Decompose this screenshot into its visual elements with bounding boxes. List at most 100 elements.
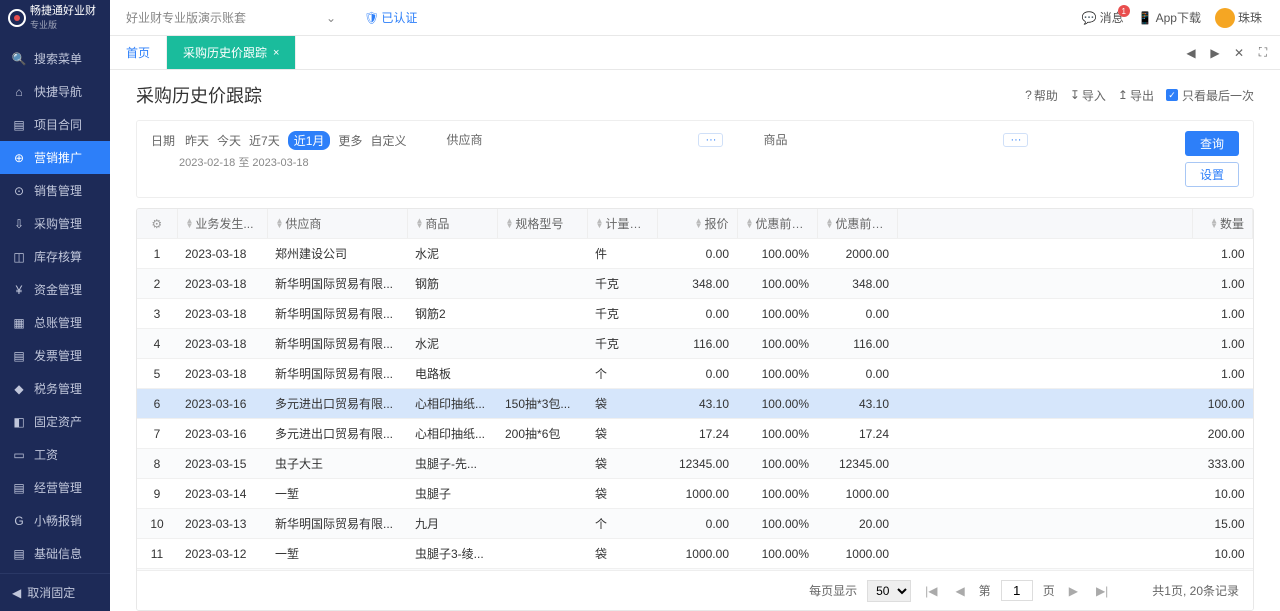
- sidebar-item[interactable]: ▤项目合同: [0, 108, 110, 141]
- table-column-header[interactable]: ▲▼供应商: [267, 209, 407, 239]
- table-cell: 多元进出口贸易有限...: [267, 419, 407, 449]
- supplier-lookup-button[interactable]: ···: [698, 133, 723, 147]
- table-row[interactable]: 82023-03-15虫子大王虫腿子-先...袋12345.00100.00%1…: [137, 449, 1253, 479]
- only-last-checkbox[interactable]: ✓ 只看最后一次: [1166, 87, 1254, 104]
- query-button[interactable]: 查询: [1185, 131, 1239, 156]
- sidebar-item-label: 固定资产: [34, 413, 82, 430]
- sidebar-item[interactable]: ▦总账管理: [0, 306, 110, 339]
- table-cell: 袋: [587, 419, 657, 449]
- user-menu[interactable]: 珠珠: [1215, 8, 1262, 28]
- sidebar-item[interactable]: ◫库存核算: [0, 240, 110, 273]
- table-cell: 袋: [587, 539, 657, 569]
- sidebar-item[interactable]: ⊙销售管理: [0, 174, 110, 207]
- date-range-button[interactable]: 今天: [217, 132, 241, 149]
- table-column-header[interactable]: ▲▼优惠前折...: [737, 209, 817, 239]
- table-cell: 100.00%: [737, 509, 817, 539]
- table-cell: [897, 239, 1193, 269]
- table-cell: 一堑: [267, 539, 407, 569]
- date-range-button[interactable]: 自定义: [370, 132, 406, 149]
- sidebar-item[interactable]: G小畅报销: [0, 504, 110, 537]
- table-row[interactable]: 112023-03-12一堑虫腿子3-绫...袋1000.00100.00%10…: [137, 539, 1253, 569]
- table-row[interactable]: 52023-03-18新华明国际贸易有限...电路板个0.00100.00%0.…: [137, 359, 1253, 389]
- table-row[interactable]: 12023-03-18郑州建设公司水泥件0.00100.00%2000.001.…: [137, 239, 1253, 269]
- table-cell: 新华明国际贸易有限...: [267, 509, 407, 539]
- help-link[interactable]: ? 帮助: [1025, 87, 1058, 104]
- page-prefix: 第: [979, 582, 991, 599]
- sidebar-nav: 🔍搜索菜单⌂快捷导航▤项目合同⊕营销推广⊙销售管理⇩采购管理◫库存核算¥资金管理…: [0, 36, 110, 573]
- table-cell: 100.00%: [737, 539, 817, 569]
- chat-icon: 💬: [1082, 11, 1097, 25]
- table-column-header[interactable]: ▲▼优惠前单价: [817, 209, 897, 239]
- table-cell: 5: [137, 359, 177, 389]
- sidebar-item[interactable]: ⊕营销推广: [0, 141, 110, 174]
- sidebar-item[interactable]: ¥资金管理: [0, 273, 110, 306]
- table-cell: 2023-03-13: [177, 509, 267, 539]
- table-cell: 袋: [587, 389, 657, 419]
- table-column-header[interactable]: ⚙: [137, 209, 177, 239]
- sidebar-item[interactable]: ▭工资: [0, 438, 110, 471]
- date-range-buttons: 昨天今天近7天近1月更多自定义: [185, 131, 406, 150]
- product-lookup-button[interactable]: ···: [1003, 133, 1028, 147]
- table-column-header[interactable]: ▲▼规格型号: [497, 209, 587, 239]
- sidebar-item[interactable]: ◆税务管理: [0, 372, 110, 405]
- import-link[interactable]: ↧ 导入: [1070, 87, 1106, 104]
- app-download-button[interactable]: 📱 App下载: [1138, 9, 1201, 26]
- table-row[interactable]: 62023-03-16多元进出口贸易有限...心相印抽纸...150抽*3包..…: [137, 389, 1253, 419]
- sidebar-item[interactable]: ▤发票管理: [0, 339, 110, 372]
- page-input[interactable]: [1001, 580, 1033, 601]
- table-row[interactable]: 72023-03-16多元进出口贸易有限...心相印抽纸...200抽*6包袋1…: [137, 419, 1253, 449]
- table-column-header[interactable]: ▲▼计量单位: [587, 209, 657, 239]
- table-cell: 新华明国际贸易有限...: [267, 269, 407, 299]
- table-row[interactable]: 22023-03-18新华明国际贸易有限...钢筋千克348.00100.00%…: [137, 269, 1253, 299]
- table-cell: [897, 359, 1193, 389]
- fullscreen-button[interactable]: ⛶: [1252, 42, 1274, 64]
- sidebar-footer[interactable]: ◀ 取消固定: [0, 573, 110, 611]
- tabs-close-all-button[interactable]: ✕: [1228, 42, 1250, 64]
- account-selector[interactable]: 好业财专业版演示账套 ⌄: [118, 5, 344, 30]
- table-cell: 100.00: [1193, 389, 1253, 419]
- date-range-display: 2023-02-18 至 2023-03-18: [179, 154, 406, 170]
- pager-first-button[interactable]: |◀: [921, 582, 941, 600]
- date-range-button[interactable]: 近7天: [249, 132, 280, 149]
- sidebar-item[interactable]: ⌂快捷导航: [0, 75, 110, 108]
- sidebar-item[interactable]: ◧固定资产: [0, 405, 110, 438]
- sidebar-item-icon: ▭: [12, 448, 26, 462]
- close-icon[interactable]: ×: [273, 47, 279, 59]
- tab-home[interactable]: 首页: [110, 36, 167, 69]
- tabs-prev-button[interactable]: ◀: [1180, 42, 1202, 64]
- pager-next-button[interactable]: ▶: [1065, 582, 1082, 600]
- table-column-header[interactable]: ▲▼商品: [407, 209, 497, 239]
- date-range-button[interactable]: 近1月: [288, 131, 331, 150]
- per-page-select[interactable]: 50: [867, 580, 911, 602]
- date-range-button[interactable]: 更多: [338, 132, 362, 149]
- sidebar-item[interactable]: ⇩采购管理: [0, 207, 110, 240]
- table-cell: [497, 539, 587, 569]
- tab-active[interactable]: 采购历史价跟踪 ×: [167, 36, 296, 69]
- sidebar-item[interactable]: ▤经营管理: [0, 471, 110, 504]
- table-row[interactable]: 42023-03-18新华明国际贸易有限...水泥千克116.00100.00%…: [137, 329, 1253, 359]
- gear-icon[interactable]: ⚙: [151, 217, 162, 231]
- table-column-header[interactable]: ▲▼数量: [1193, 209, 1253, 239]
- date-range-button[interactable]: 昨天: [185, 132, 209, 149]
- table-cell: 件: [587, 239, 657, 269]
- table-cell: 10.00: [1193, 479, 1253, 509]
- messages-button[interactable]: 💬 消息 1: [1082, 9, 1124, 26]
- table-row[interactable]: 92023-03-14一堑虫腿子袋1000.00100.00%1000.0010…: [137, 479, 1253, 509]
- table-column-header[interactable]: ▲▼报价: [657, 209, 737, 239]
- settings-button[interactable]: 设置: [1185, 162, 1239, 187]
- table-row[interactable]: 102023-03-13新华明国际贸易有限...九月个0.00100.00%20…: [137, 509, 1253, 539]
- table-cell: 钢筋2: [407, 299, 497, 329]
- tabs-next-button[interactable]: ▶: [1204, 42, 1226, 64]
- sidebar-item-icon: ¥: [12, 283, 26, 297]
- export-link[interactable]: ↥ 导出: [1118, 87, 1154, 104]
- table-cell: 水泥: [407, 329, 497, 359]
- table-cell: 10: [137, 509, 177, 539]
- table-cell: 150抽*3包...: [497, 389, 587, 419]
- pager-prev-button[interactable]: ◀: [951, 582, 968, 600]
- table-cell: 心相印抽纸...: [407, 419, 497, 449]
- table-column-header[interactable]: ▲▼业务发生...: [177, 209, 267, 239]
- sidebar-item[interactable]: ▤基础信息: [0, 537, 110, 570]
- pager-last-button[interactable]: ▶|: [1092, 582, 1112, 600]
- sidebar-item[interactable]: 🔍搜索菜单: [0, 42, 110, 75]
- table-row[interactable]: 32023-03-18新华明国际贸易有限...钢筋2千克0.00100.00%0…: [137, 299, 1253, 329]
